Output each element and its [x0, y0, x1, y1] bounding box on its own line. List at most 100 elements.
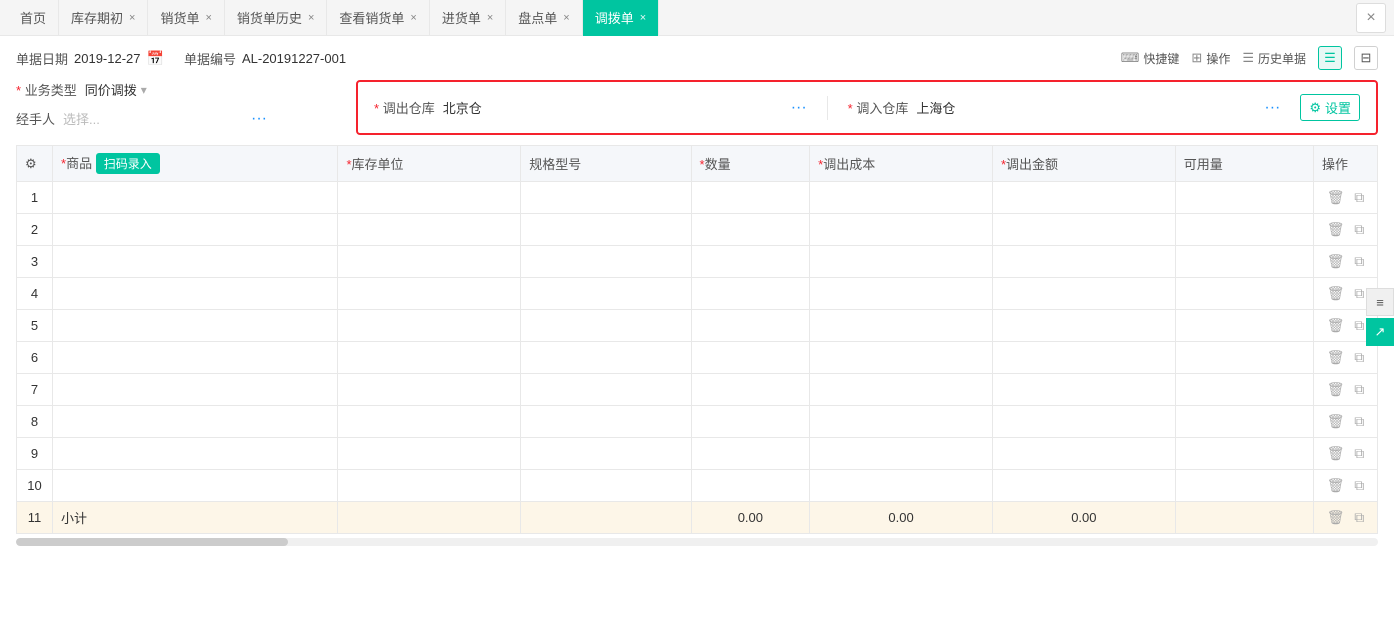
warehouse-out-value[interactable]: 北京仓	[443, 98, 783, 117]
delete-icon-2[interactable]: 🗑	[1327, 221, 1345, 237]
delete-icon-3[interactable]: 🗑	[1327, 253, 1345, 269]
cost-cell-1[interactable]	[810, 182, 993, 214]
qty-cell-4[interactable]	[691, 278, 810, 310]
spec-cell-3[interactable]	[521, 246, 691, 278]
delete-icon-10[interactable]: 🗑	[1327, 477, 1345, 493]
horizontal-scrollbar[interactable]	[16, 538, 1378, 546]
amount-cell-5[interactable]	[992, 310, 1175, 342]
qty-cell-10[interactable]	[691, 470, 810, 502]
qty-cell-9[interactable]	[691, 438, 810, 470]
product-cell-7[interactable]	[53, 374, 338, 406]
amount-cell-1[interactable]	[992, 182, 1175, 214]
product-cell-4[interactable]	[53, 278, 338, 310]
spec-cell-5[interactable]	[521, 310, 691, 342]
product-cell-5[interactable]	[53, 310, 338, 342]
amount-cell-4[interactable]	[992, 278, 1175, 310]
delete-icon-8[interactable]: 🗑	[1327, 413, 1345, 429]
amount-cell-9[interactable]	[992, 438, 1175, 470]
layout-grid-button[interactable]: ⊟	[1354, 46, 1378, 70]
spec-cell-8[interactable]	[521, 406, 691, 438]
delete-icon-5[interactable]: 🗑	[1327, 317, 1345, 333]
spec-cell-6[interactable]	[521, 342, 691, 374]
copy-icon-1[interactable]: ⧉	[1354, 189, 1364, 205]
spec-cell-1[interactable]	[521, 182, 691, 214]
tab-close-stocktake[interactable]: ×	[563, 12, 569, 24]
tab-close-purchase[interactable]: ×	[487, 12, 493, 24]
product-cell-8[interactable]	[53, 406, 338, 438]
copy-icon-11[interactable]: ⧉	[1354, 509, 1364, 525]
amount-cell-10[interactable]	[992, 470, 1175, 502]
copy-icon-9[interactable]: ⧉	[1354, 445, 1364, 461]
qty-cell-5[interactable]	[691, 310, 810, 342]
cost-cell-8[interactable]	[810, 406, 993, 438]
delete-icon-9[interactable]: 🗑	[1327, 445, 1345, 461]
handler-value-wrapper[interactable]: 选择...	[63, 109, 243, 128]
copy-icon-5[interactable]: ⧉	[1354, 317, 1364, 333]
product-cell-1[interactable]	[53, 182, 338, 214]
qty-cell-8[interactable]	[691, 406, 810, 438]
delete-icon-1[interactable]: 🗑	[1327, 189, 1345, 205]
tab-transfer[interactable]: 调拨单 ×	[583, 0, 659, 36]
warehouse-in-value[interactable]: 上海仓	[916, 98, 1256, 117]
shortcut-button[interactable]: ⌨ 快捷键	[1121, 50, 1180, 67]
qty-cell-7[interactable]	[691, 374, 810, 406]
unit-cell-10[interactable]	[338, 470, 521, 502]
tab-close-view-sales[interactable]: ×	[410, 12, 416, 24]
window-close-button[interactable]: ×	[1356, 3, 1386, 33]
spec-cell-10[interactable]	[521, 470, 691, 502]
product-cell-2[interactable]	[53, 214, 338, 246]
tab-inventory-init[interactable]: 库存期初 ×	[59, 0, 148, 36]
copy-icon-6[interactable]: ⧉	[1354, 349, 1364, 365]
cost-cell-6[interactable]	[810, 342, 993, 374]
product-cell-6[interactable]	[53, 342, 338, 374]
copy-icon-3[interactable]: ⧉	[1354, 253, 1364, 269]
biz-type-dropdown-icon[interactable]: ▾	[141, 83, 147, 97]
tab-close-transfer[interactable]: ×	[640, 12, 646, 24]
amount-cell-7[interactable]	[992, 374, 1175, 406]
product-cell-9[interactable]	[53, 438, 338, 470]
spec-cell-7[interactable]	[521, 374, 691, 406]
side-expand-button[interactable]: ↗	[1366, 318, 1394, 346]
unit-cell-7[interactable]	[338, 374, 521, 406]
tab-purchase[interactable]: 进货单 ×	[430, 0, 506, 36]
cost-cell-5[interactable]	[810, 310, 993, 342]
tab-close-sales-history[interactable]: ×	[308, 12, 314, 24]
tab-sales-history[interactable]: 销货单历史 ×	[225, 0, 327, 36]
scroll-thumb[interactable]	[16, 538, 288, 546]
copy-icon-2[interactable]: ⧉	[1354, 221, 1364, 237]
settings-button[interactable]: ⚙ 设置	[1300, 94, 1360, 121]
unit-cell-9[interactable]	[338, 438, 521, 470]
unit-cell-8[interactable]	[338, 406, 521, 438]
cost-cell-9[interactable]	[810, 438, 993, 470]
qty-cell-1[interactable]	[691, 182, 810, 214]
unit-cell-6[interactable]	[338, 342, 521, 374]
cost-cell-7[interactable]	[810, 374, 993, 406]
unit-cell-2[interactable]	[338, 214, 521, 246]
doc-date-value[interactable]: 2019-12-27	[74, 51, 141, 66]
delete-icon-7[interactable]: 🗑	[1327, 381, 1345, 397]
cost-cell-4[interactable]	[810, 278, 993, 310]
handler-more-button[interactable]: ···	[251, 110, 267, 128]
copy-icon-7[interactable]: ⧉	[1354, 381, 1364, 397]
calendar-icon[interactable]: 📅	[147, 50, 164, 67]
side-note-button[interactable]: ≡	[1366, 288, 1394, 316]
spec-cell-2[interactable]	[521, 214, 691, 246]
unit-cell-5[interactable]	[338, 310, 521, 342]
qty-cell-2[interactable]	[691, 214, 810, 246]
delete-icon-6[interactable]: 🗑	[1327, 349, 1345, 365]
tab-close-sales-order[interactable]: ×	[205, 12, 211, 24]
warehouse-in-more-button[interactable]: ···	[1264, 99, 1280, 117]
amount-cell-3[interactable]	[992, 246, 1175, 278]
amount-cell-2[interactable]	[992, 214, 1175, 246]
warehouse-out-more-button[interactable]: ···	[791, 99, 807, 117]
product-cell-10[interactable]	[53, 470, 338, 502]
product-cell-3[interactable]	[53, 246, 338, 278]
tab-home[interactable]: 首页	[8, 0, 59, 36]
delete-icon-4[interactable]: 🗑	[1327, 285, 1345, 301]
scan-button[interactable]: 扫码录入	[96, 153, 160, 174]
biz-type-value-wrapper[interactable]: 同价调拨 ▾	[85, 80, 265, 99]
copy-icon-4[interactable]: ⧉	[1354, 285, 1364, 301]
layout-list-button[interactable]: ☰	[1318, 46, 1342, 70]
cost-cell-10[interactable]	[810, 470, 993, 502]
col-gear[interactable]: ⚙	[17, 146, 53, 182]
